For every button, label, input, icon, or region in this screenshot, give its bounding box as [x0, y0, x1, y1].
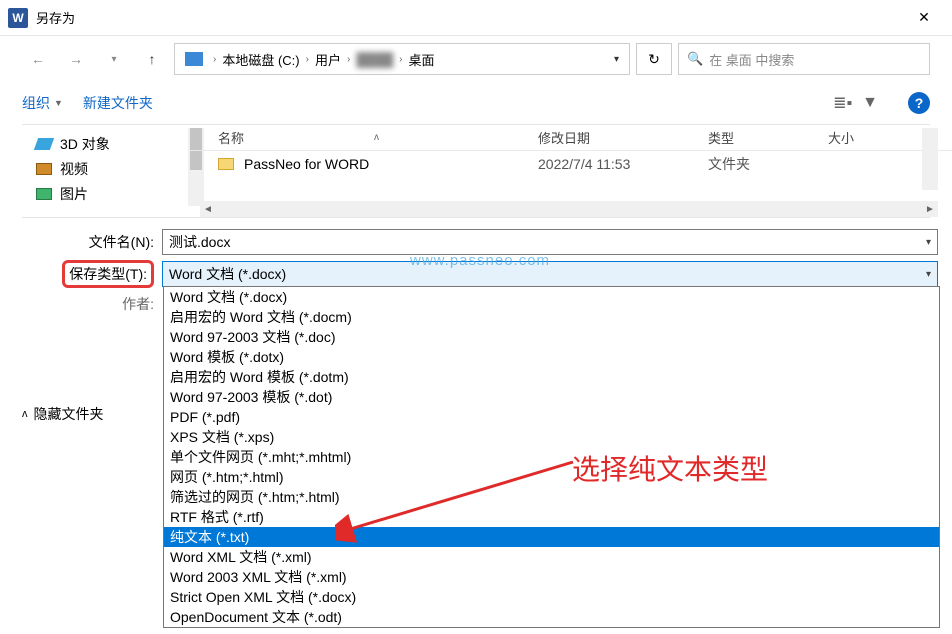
savetype-option[interactable]: 启用宏的 Word 文档 (*.docm) — [164, 307, 939, 327]
savetype-value: Word 文档 (*.docx) — [169, 264, 286, 284]
window-title: 另存为 — [36, 8, 75, 27]
organize-label: 组织 — [22, 93, 50, 113]
view-options[interactable]: ≣▪ ▼ — [833, 93, 878, 113]
file-list: 名称 ʌ 修改日期 类型 大小 PassNeo for WORD 2022/7/… — [190, 125, 952, 217]
sep-icon: › — [399, 54, 402, 65]
savetype-dropdown-list[interactable]: Word 文档 (*.docx)启用宏的 Word 文档 (*.docm)Wor… — [163, 286, 940, 628]
filename-value: 测试.docx — [169, 232, 230, 252]
view-mode-icon[interactable]: ≣▪ — [833, 93, 852, 113]
savetype-option[interactable]: XPS 文档 (*.xps) — [164, 427, 939, 447]
chevron-down-icon[interactable]: ▾ — [926, 237, 931, 248]
breadcrumb-dropdown[interactable]: ▾ — [608, 54, 625, 65]
annotation-text: 选择纯文本类型 — [572, 448, 768, 488]
titlebar: W 另存为 ✕ — [0, 0, 952, 36]
sep-icon: › — [213, 54, 216, 65]
chevron-up-icon: ʌ — [22, 408, 28, 420]
file-type: 文件夹 — [708, 154, 828, 174]
scroll-right-icon[interactable]: ► — [922, 204, 938, 215]
refresh-button[interactable]: ↻ — [636, 43, 672, 75]
savetype-label: 保存类型(T): — [14, 260, 162, 288]
drive-icon — [185, 52, 203, 66]
savetype-option[interactable]: Word 97-2003 模板 (*.dot) — [164, 387, 939, 407]
sep-icon: › — [306, 54, 309, 65]
3d-objects-icon — [34, 138, 54, 150]
savetype-label-text: 保存类型(T): — [62, 260, 154, 288]
forward-button[interactable]: → — [60, 45, 92, 73]
filename-label: 文件名(N): — [14, 232, 162, 252]
close-button[interactable]: ✕ — [904, 4, 944, 32]
savetype-option[interactable]: Word 97-2003 文档 (*.doc) — [164, 327, 939, 347]
word-icon: W — [8, 8, 28, 28]
recent-dropdown[interactable]: ▾ — [98, 45, 130, 73]
organize-button[interactable]: 组织 ▼ — [22, 93, 63, 113]
file-name: PassNeo for WORD — [244, 156, 369, 172]
savetype-option[interactable]: 网页 (*.htm;*.html) — [164, 467, 939, 487]
new-folder-button[interactable]: 新建文件夹 — [83, 93, 153, 113]
savetype-option[interactable]: Word 2003 XML 文档 (*.xml) — [164, 567, 939, 587]
navbar: ← → ▾ ↑ › 本地磁盘 (C:) › 用户 › ████ › 桌面 ▾ ↻… — [0, 36, 952, 82]
video-icon — [36, 163, 52, 175]
crumb-user[interactable]: 用户 — [313, 50, 343, 69]
savetype-option[interactable]: Strict Open XML 文档 (*.docx) — [164, 587, 939, 607]
up-button[interactable]: ↑ — [136, 45, 168, 73]
crumb-username[interactable]: ████ — [354, 52, 395, 67]
savetype-option[interactable]: 筛选过的网页 (*.htm;*.html) — [164, 487, 939, 507]
horizontal-scrollbar[interactable]: ◄ ► — [200, 201, 938, 217]
folder-icon — [218, 158, 234, 170]
breadcrumb[interactable]: › 本地磁盘 (C:) › 用户 › ████ › 桌面 ▾ — [174, 43, 630, 75]
savetype-option[interactable]: Word 模板 (*.dotx) — [164, 347, 939, 367]
savetype-option[interactable]: OpenDocument 文本 (*.odt) — [164, 607, 939, 627]
vertical-scrollbar[interactable] — [922, 128, 938, 190]
column-size[interactable]: 大小 — [828, 128, 888, 147]
picture-icon — [36, 188, 52, 200]
hide-folders-label: 隐藏文件夹 — [34, 404, 104, 424]
scroll-left-icon[interactable]: ◄ — [200, 204, 216, 215]
column-name-label: 名称 — [218, 128, 244, 147]
sidebar: 3D 对象 视频 图片 — [0, 125, 190, 217]
sort-indicator-icon: ʌ — [374, 132, 379, 143]
sidebar-item-3d-objects[interactable]: 3D 对象 — [36, 131, 190, 156]
sidebar-item-label: 3D 对象 — [60, 134, 110, 154]
column-name[interactable]: 名称 ʌ — [218, 128, 538, 147]
savetype-option[interactable]: RTF 格式 (*.rtf) — [164, 507, 939, 527]
hide-folders-toggle[interactable]: ʌ 隐藏文件夹 — [22, 404, 104, 424]
help-button[interactable]: ? — [908, 92, 930, 114]
search-icon: 🔍 — [687, 51, 703, 67]
author-label: 作者: — [14, 294, 162, 314]
column-headers: 名称 ʌ 修改日期 类型 大小 — [190, 125, 952, 151]
crumb-drive[interactable]: 本地磁盘 (C:) — [220, 50, 301, 69]
search-input[interactable]: 🔍 在 桌面 中搜索 — [678, 43, 930, 75]
search-placeholder: 在 桌面 中搜索 — [709, 50, 794, 69]
savetype-option[interactable]: PDF (*.pdf) — [164, 407, 939, 427]
column-type[interactable]: 类型 — [708, 128, 828, 147]
chevron-down-icon: ▼ — [862, 94, 878, 112]
crumb-desktop[interactable]: 桌面 — [407, 50, 437, 69]
toolbar: 组织 ▼ 新建文件夹 ≣▪ ▼ ? — [0, 82, 952, 124]
sidebar-item-label: 图片 — [60, 184, 88, 204]
savetype-option[interactable]: 纯文本 (*.txt) — [164, 527, 939, 547]
sep-icon: › — [347, 54, 350, 65]
watermark: www.passneo.com — [410, 252, 550, 269]
savetype-option[interactable]: 单个文件网页 (*.mht;*.mhtml) — [164, 447, 939, 467]
sidebar-item-label: 视频 — [60, 159, 88, 179]
sidebar-item-pictures[interactable]: 图片 — [36, 181, 190, 206]
savetype-option[interactable]: 启用宏的 Word 模板 (*.dotm) — [164, 367, 939, 387]
file-row[interactable]: PassNeo for WORD 2022/7/4 11:53 文件夹 — [190, 151, 952, 177]
chevron-down-icon: ▼ — [54, 98, 63, 108]
chevron-down-icon[interactable]: ▾ — [926, 269, 931, 280]
back-button[interactable]: ← — [22, 45, 54, 73]
savetype-option[interactable]: Word 文档 (*.docx) — [164, 287, 939, 307]
column-date[interactable]: 修改日期 — [538, 128, 708, 147]
savetype-option[interactable]: Word XML 文档 (*.xml) — [164, 547, 939, 567]
file-date: 2022/7/4 11:53 — [538, 156, 708, 172]
sidebar-item-videos[interactable]: 视频 — [36, 156, 190, 181]
